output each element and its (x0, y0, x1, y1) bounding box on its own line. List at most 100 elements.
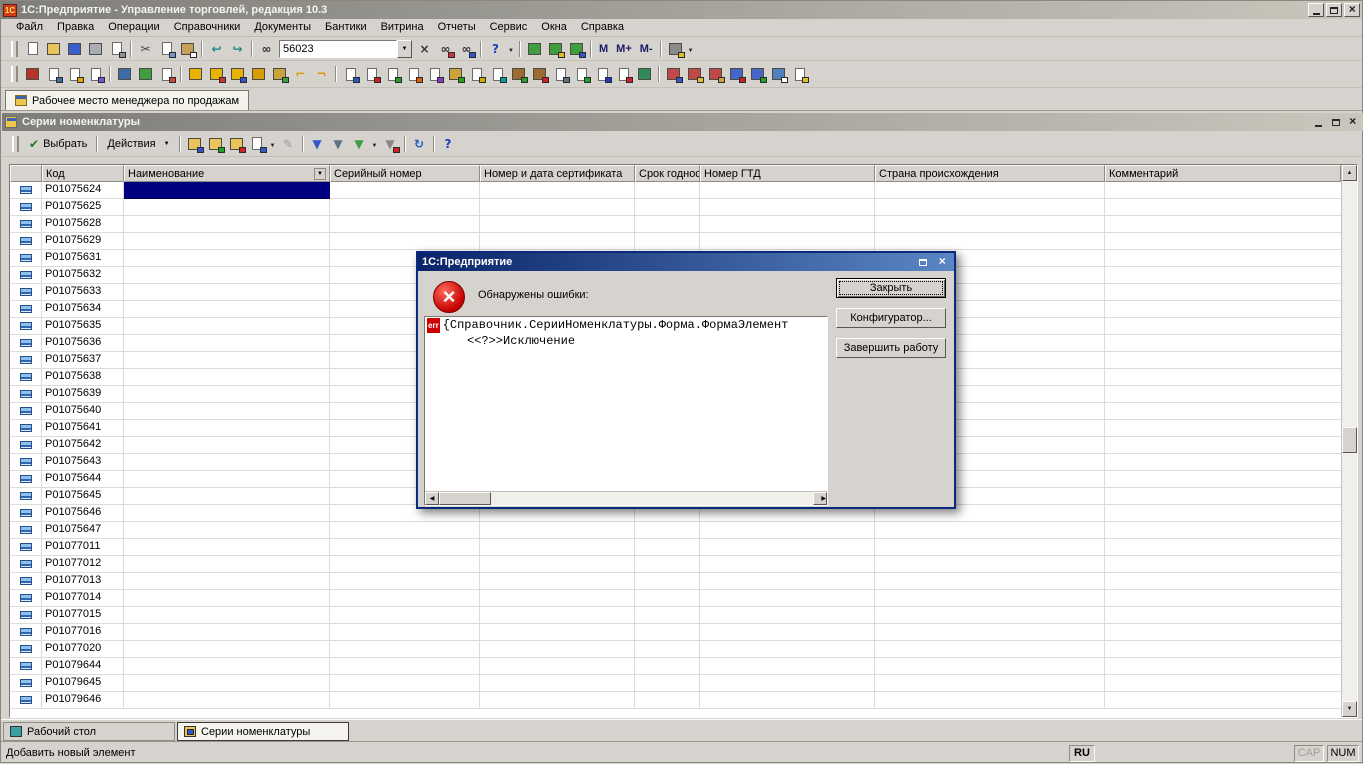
table-row[interactable]: P01077015 (10, 607, 1357, 624)
copy-icon[interactable] (156, 39, 177, 59)
table-row[interactable]: P01079646 (10, 692, 1357, 709)
tab-desktop[interactable]: Рабочий стол (3, 722, 175, 741)
cell[interactable] (124, 471, 330, 488)
cell[interactable] (635, 182, 700, 199)
cell[interactable] (124, 216, 330, 233)
cell[interactable] (1105, 590, 1357, 607)
dropdown-arrow-icon[interactable] (370, 138, 380, 150)
cell-code[interactable]: P01079646 (42, 692, 124, 709)
cell[interactable] (700, 199, 875, 216)
clear-filter-icon[interactable]: ▼ (380, 134, 401, 154)
vertical-scrollbar[interactable] (1341, 165, 1357, 717)
cell-code[interactable]: P01075647 (42, 522, 124, 539)
cell[interactable] (124, 539, 330, 556)
cell[interactable] (700, 182, 875, 199)
cell[interactable] (480, 216, 635, 233)
column-header-6[interactable]: Номер ГТД (700, 165, 875, 182)
save-icon[interactable] (64, 39, 85, 59)
cell[interactable] (1105, 301, 1357, 318)
dropdown-arrow-icon[interactable] (268, 138, 278, 150)
dropdown-arrow-icon[interactable] (686, 43, 696, 55)
column-header-3[interactable]: Серийный номер (330, 165, 480, 182)
cell-code[interactable]: P01075632 (42, 267, 124, 284)
cell[interactable] (330, 199, 480, 216)
tab-nomenclature-series[interactable]: Серии номенклатуры (177, 722, 349, 741)
cell[interactable] (1105, 335, 1357, 352)
error-details-box[interactable]: err {Справочник.СерииНоменклатуры.Форма.Ф… (424, 316, 828, 506)
cell[interactable] (480, 522, 635, 539)
redo-icon[interactable]: ↪ (227, 39, 248, 59)
edit-disabled-icon[interactable]: ✎ (278, 134, 299, 154)
documents-exchange-icon[interactable] (592, 64, 613, 84)
menu-bantiki[interactable]: Бантики (318, 19, 374, 36)
window-titlebar[interactable]: 1С 1С:Предприятие - Управление торговлей… (1, 1, 1362, 19)
cell-code[interactable]: P01075625 (42, 199, 124, 216)
cell[interactable] (1105, 369, 1357, 386)
cell[interactable] (124, 556, 330, 573)
cell[interactable] (124, 403, 330, 420)
menu-windows[interactable]: Окна (534, 19, 574, 36)
cell[interactable] (330, 522, 480, 539)
cell[interactable] (635, 233, 700, 250)
cell[interactable] (124, 369, 330, 386)
dialog-maximize-button[interactable] (915, 255, 931, 269)
cell-code[interactable]: P01079645 (42, 675, 124, 692)
cell[interactable] (700, 590, 875, 607)
cell[interactable] (1105, 471, 1357, 488)
cell[interactable] (875, 658, 1105, 675)
new-group-icon[interactable] (205, 134, 226, 154)
table-view-icon[interactable] (524, 39, 545, 59)
cell[interactable] (875, 539, 1105, 556)
horizontal-scrollbar[interactable] (425, 491, 827, 505)
search-combo-input[interactable] (279, 39, 397, 58)
cell-code[interactable]: P01075642 (42, 437, 124, 454)
find-next-icon[interactable]: ∞ (435, 39, 456, 59)
cell-code[interactable]: P01075639 (42, 386, 124, 403)
cell[interactable] (124, 590, 330, 607)
cell[interactable] (124, 233, 330, 250)
money-transfer-icon[interactable] (445, 64, 466, 84)
cell[interactable] (1105, 505, 1357, 522)
dialog-close-button[interactable] (934, 255, 950, 269)
cell[interactable] (124, 437, 330, 454)
print-icon[interactable] (85, 39, 106, 59)
scrollbar-track[interactable] (491, 492, 813, 505)
cell[interactable] (700, 573, 875, 590)
cell-code[interactable]: P01075636 (42, 335, 124, 352)
cell[interactable] (875, 233, 1105, 250)
cash-receipt-order-icon[interactable] (185, 64, 206, 84)
cell-code[interactable]: P01075629 (42, 233, 124, 250)
clear-find-icon[interactable]: × (414, 39, 435, 59)
cell[interactable] (124, 199, 330, 216)
workspace-tab[interactable]: Рабочее место менеджера по продажам (5, 90, 250, 110)
cell[interactable] (124, 675, 330, 692)
cell[interactable] (875, 641, 1105, 658)
cell[interactable] (480, 182, 635, 199)
cell[interactable] (124, 641, 330, 658)
cell[interactable] (635, 692, 700, 709)
cell-code[interactable]: P01075628 (42, 216, 124, 233)
cell[interactable] (124, 301, 330, 318)
cell[interactable] (124, 420, 330, 437)
cash-book-icon[interactable] (269, 64, 290, 84)
cell[interactable] (635, 658, 700, 675)
documents-copy-icon[interactable] (85, 64, 106, 84)
cell[interactable] (1105, 267, 1357, 284)
selected-cell[interactable] (124, 182, 330, 199)
cell[interactable] (1105, 539, 1357, 556)
cell[interactable] (875, 182, 1105, 199)
cell[interactable] (635, 675, 700, 692)
cell[interactable] (124, 658, 330, 675)
combo-dropdown-button[interactable] (397, 39, 412, 58)
column-header-8[interactable]: Комментарий (1105, 165, 1341, 182)
hierarchy-view-icon[interactable] (184, 134, 205, 154)
cell[interactable] (124, 522, 330, 539)
price-list-icon[interactable] (135, 64, 156, 84)
menu-documents[interactable]: Документы (247, 19, 318, 36)
supplier-order-icon[interactable] (487, 64, 508, 84)
cell[interactable] (1105, 454, 1357, 471)
cell[interactable] (330, 658, 480, 675)
table-row[interactable]: P01077016 (10, 624, 1357, 641)
cell[interactable] (635, 216, 700, 233)
cell-code[interactable]: P01075637 (42, 352, 124, 369)
